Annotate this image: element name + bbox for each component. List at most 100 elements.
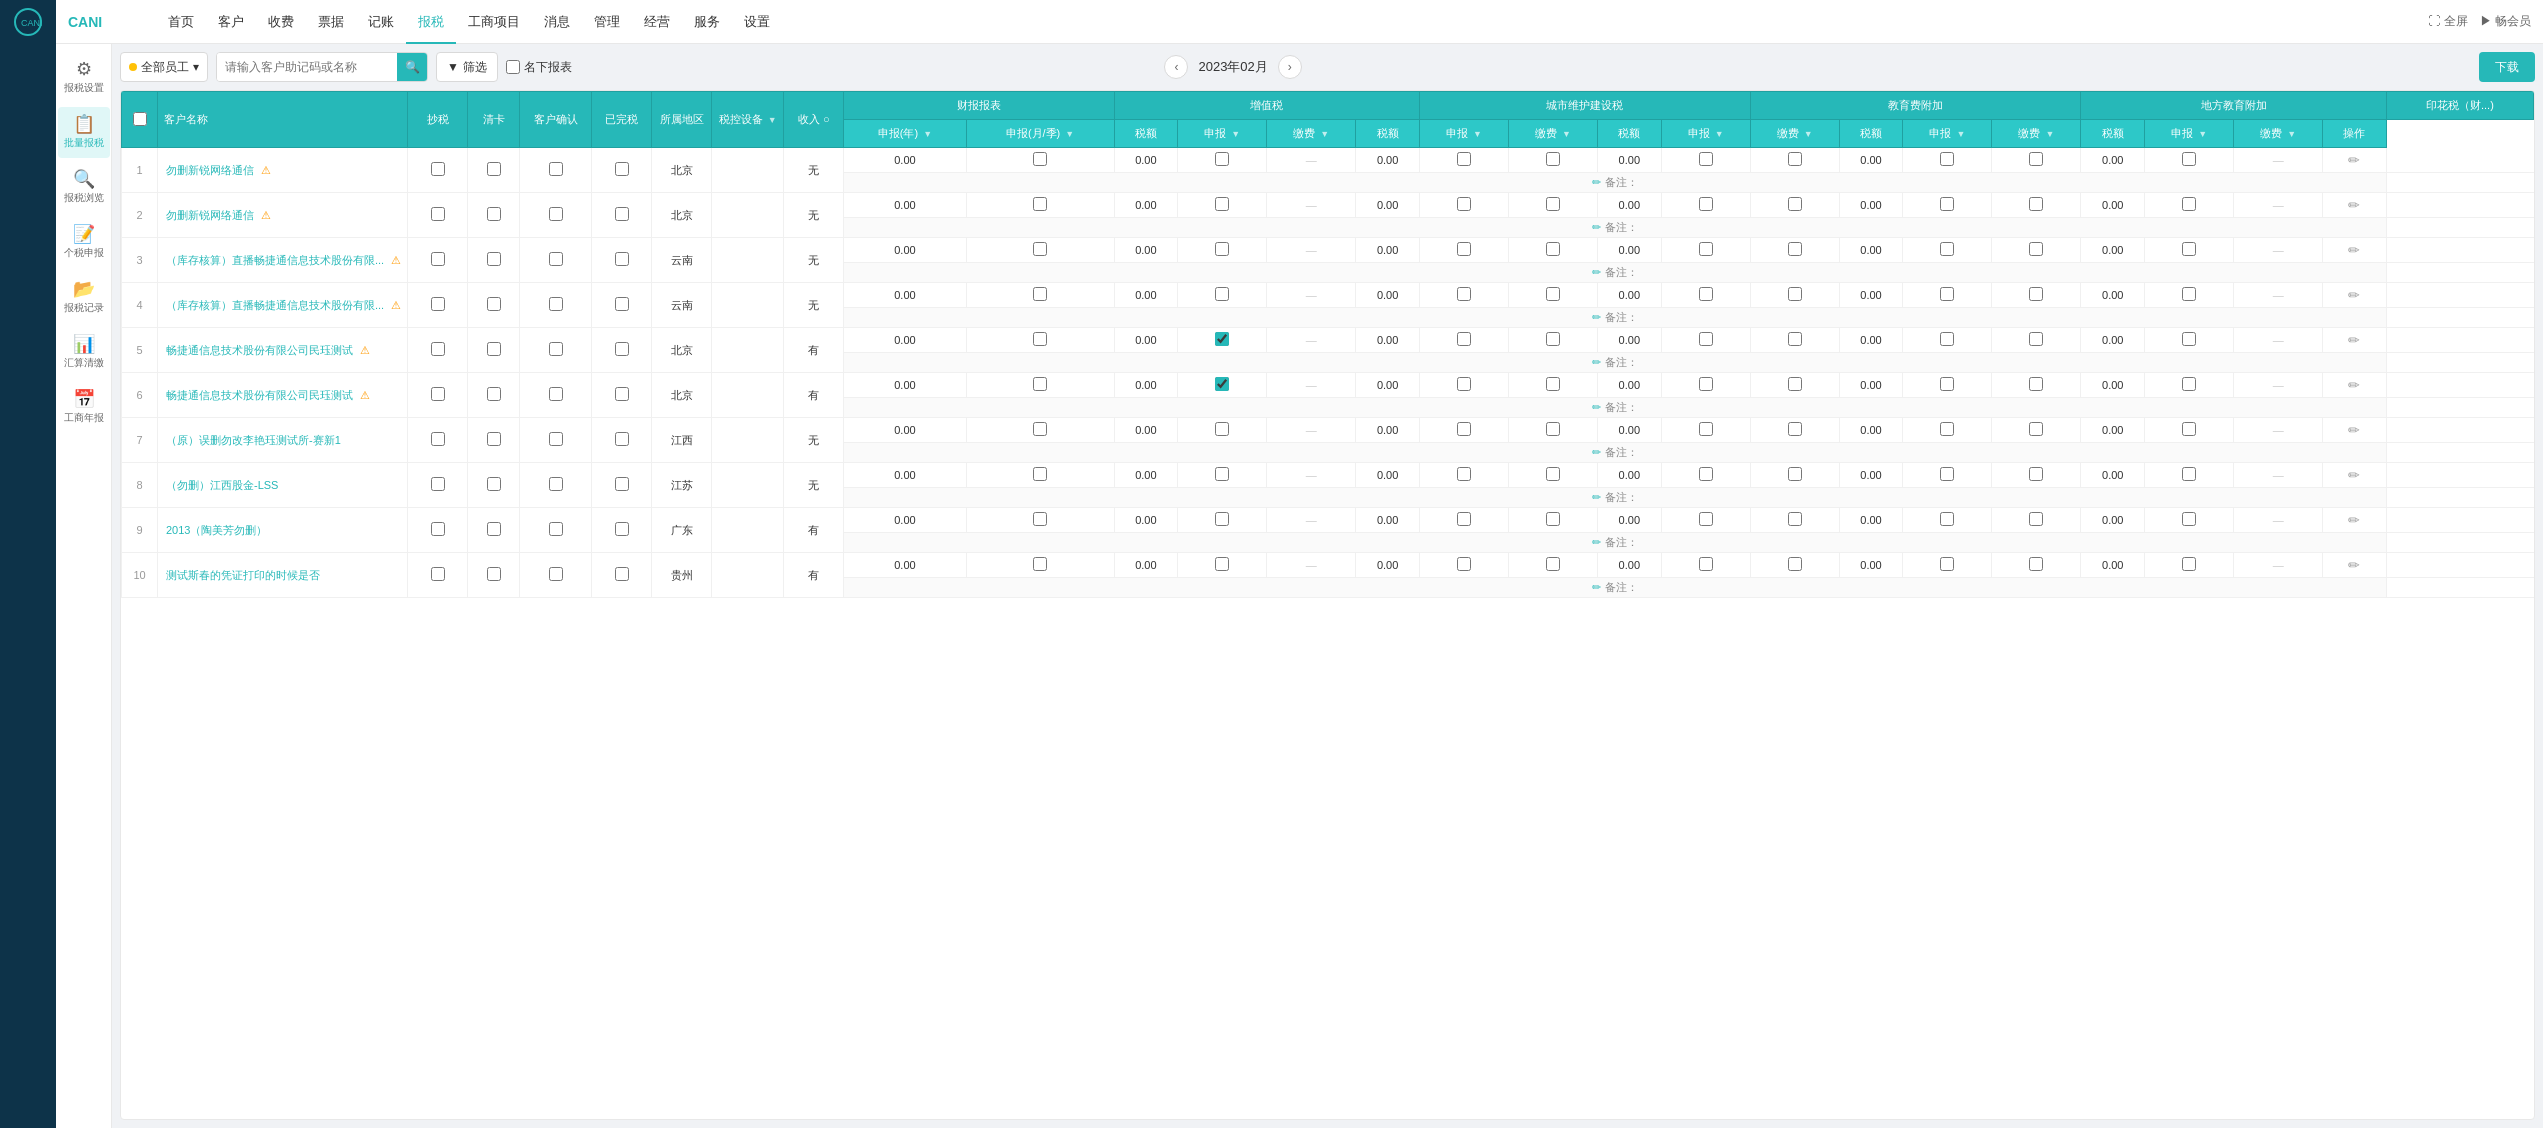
annual-declare-cell[interactable]	[966, 373, 1114, 398]
local-edu-declare-cell[interactable]	[1903, 463, 1992, 488]
stamp-declare-cell[interactable]	[2145, 508, 2234, 533]
select-all-checkbox[interactable]	[133, 112, 147, 126]
local-pay-cb[interactable]	[2029, 287, 2043, 301]
edu-pay-cell[interactable]	[1750, 238, 1839, 263]
clear-card-checkbox[interactable]	[487, 297, 501, 311]
city-pay-cb[interactable]	[1546, 557, 1560, 571]
named-reports-checkbox-label[interactable]: 名下报表	[506, 59, 572, 76]
local-declare-cb[interactable]	[1940, 332, 1954, 346]
city-declare-cb[interactable]	[1457, 242, 1471, 256]
member-btn[interactable]: ▶ 畅会员	[2480, 13, 2531, 30]
vat-declare-cell[interactable]	[1178, 148, 1267, 173]
edu-declare-cb[interactable]	[1699, 422, 1713, 436]
paid-checkbox[interactable]	[615, 252, 629, 266]
city-declare-cb[interactable]	[1457, 197, 1471, 211]
sidebar-item-personal-tax[interactable]: 📝 个税申报	[58, 217, 110, 268]
edu-declare-cell[interactable]	[1661, 553, 1750, 578]
annual-declare-cell[interactable]	[966, 328, 1114, 353]
copy-tax-checkbox[interactable]	[431, 252, 445, 266]
city-pay-cb[interactable]	[1546, 242, 1560, 256]
clear-card-checkbox[interactable]	[487, 432, 501, 446]
clear-card-checkbox[interactable]	[487, 387, 501, 401]
local-pay-cb[interactable]	[2029, 467, 2043, 481]
edu-declare-cell[interactable]	[1661, 508, 1750, 533]
vat-declare-cb[interactable]	[1215, 197, 1229, 211]
local-edu-declare-cell[interactable]	[1903, 193, 1992, 218]
nav-invoice[interactable]: 票据	[306, 0, 356, 44]
city-pay-cell[interactable]	[1508, 283, 1597, 308]
annual-declare-cell[interactable]	[966, 508, 1114, 533]
nav-management[interactable]: 管理	[582, 0, 632, 44]
stamp-declare-cell[interactable]	[2145, 193, 2234, 218]
edu-pay-cell[interactable]	[1750, 508, 1839, 533]
copy-tax-checkbox[interactable]	[431, 477, 445, 491]
customer-name-cell[interactable]: 畅捷通信息技术股份有限公司民珏测试 ⚠	[158, 328, 408, 373]
edit-icon[interactable]: ✏	[2348, 422, 2360, 438]
customer-name-cell[interactable]: （库存核算）直播畅捷通信息技术股份有限... ⚠	[158, 238, 408, 283]
nav-bookkeeping[interactable]: 记账	[356, 0, 406, 44]
local-edu-declare-cell[interactable]	[1903, 148, 1992, 173]
stamp-pay-cell[interactable]: —	[2234, 373, 2323, 398]
customer-name-cell[interactable]: 勿删新锐网络通信 ⚠	[158, 148, 408, 193]
th-edu-declare[interactable]: 申报 ▼	[1661, 120, 1750, 148]
city-pay-cell[interactable]	[1508, 508, 1597, 533]
edu-declare-cb[interactable]	[1699, 512, 1713, 526]
city-pay-cell[interactable]	[1508, 238, 1597, 263]
vat-declare-cb[interactable]	[1215, 377, 1229, 391]
paid-checkbox[interactable]	[615, 567, 629, 581]
local-pay-cb[interactable]	[2029, 197, 2043, 211]
city-declare-cell[interactable]	[1419, 148, 1508, 173]
copy-tax-checkbox[interactable]	[431, 207, 445, 221]
edu-pay-cell[interactable]	[1750, 463, 1839, 488]
th-stamp-pay[interactable]: 缴费 ▼	[2234, 120, 2323, 148]
stamp-declare-cb[interactable]	[2182, 557, 2196, 571]
annual-declare-cell[interactable]	[966, 463, 1114, 488]
local-pay-cb[interactable]	[2029, 242, 2043, 256]
annual-declare-cell[interactable]	[966, 553, 1114, 578]
local-declare-cb[interactable]	[1940, 152, 1954, 166]
vat-declare-cb[interactable]	[1215, 512, 1229, 526]
city-pay-cell[interactable]	[1508, 373, 1597, 398]
th-annual-report[interactable]: 申报(年) ▼	[844, 120, 966, 148]
copy-tax-checkbox[interactable]	[431, 567, 445, 581]
annual-cb[interactable]	[1033, 467, 1047, 481]
edu-pay-cb[interactable]	[1788, 512, 1802, 526]
stamp-declare-cell[interactable]	[2145, 418, 2234, 443]
stamp-declare-cell[interactable]	[2145, 148, 2234, 173]
customer-name-cell[interactable]: （勿删）江西股金-LSS	[158, 463, 408, 508]
copy-tax-checkbox[interactable]	[431, 522, 445, 536]
vat-declare-cb[interactable]	[1215, 422, 1229, 436]
local-declare-cb[interactable]	[1940, 377, 1954, 391]
clear-card-checkbox[interactable]	[487, 207, 501, 221]
city-declare-cell[interactable]	[1419, 283, 1508, 308]
edit-cell[interactable]: ✏	[2323, 373, 2387, 398]
stamp-declare-cb[interactable]	[2182, 512, 2196, 526]
edu-declare-cell[interactable]	[1661, 283, 1750, 308]
city-declare-cell[interactable]	[1419, 238, 1508, 263]
prev-page-button[interactable]: ‹	[1164, 55, 1188, 79]
nav-customer[interactable]: 客户	[206, 0, 256, 44]
th-monthly-quarterly-report[interactable]: 申报(月/季) ▼	[966, 120, 1114, 148]
city-declare-cell[interactable]	[1419, 193, 1508, 218]
th-checkbox-all[interactable]	[122, 92, 158, 148]
edu-declare-cell[interactable]	[1661, 463, 1750, 488]
edu-declare-cell[interactable]	[1661, 418, 1750, 443]
th-edu-pay[interactable]: 缴费 ▼	[1750, 120, 1839, 148]
local-edu-pay-cell[interactable]	[1992, 553, 2081, 578]
local-declare-cb[interactable]	[1940, 422, 1954, 436]
vat-declare-cell[interactable]	[1178, 328, 1267, 353]
clear-card-checkbox[interactable]	[487, 162, 501, 176]
city-declare-cb[interactable]	[1457, 467, 1471, 481]
paid-checkbox[interactable]	[615, 162, 629, 176]
stamp-declare-cell[interactable]	[2145, 463, 2234, 488]
vat-declare-cb[interactable]	[1215, 287, 1229, 301]
nav-service[interactable]: 服务	[682, 0, 732, 44]
local-edu-declare-cell[interactable]	[1903, 418, 1992, 443]
annual-cb[interactable]	[1033, 242, 1047, 256]
customer-name-cell[interactable]: 畅捷通信息技术股份有限公司民珏测试 ⚠	[158, 373, 408, 418]
edu-pay-cell[interactable]	[1750, 193, 1839, 218]
edit-cell[interactable]: ✏	[2323, 463, 2387, 488]
annual-cb[interactable]	[1033, 287, 1047, 301]
paid-checkbox[interactable]	[615, 477, 629, 491]
edu-declare-cell[interactable]	[1661, 193, 1750, 218]
